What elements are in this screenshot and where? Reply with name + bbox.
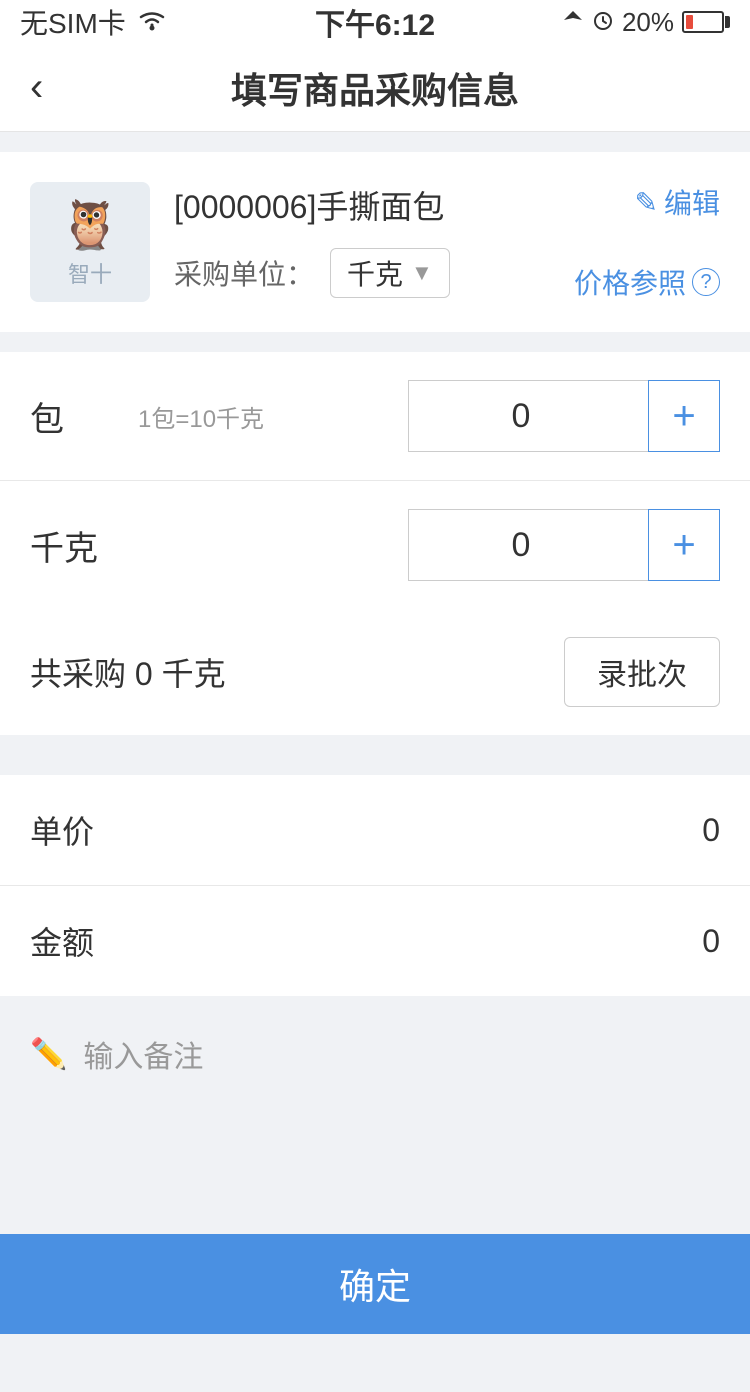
- input-section: 包 1包=10千克 + 千克 +: [0, 352, 750, 609]
- edit-button[interactable]: ✎ 编辑: [635, 182, 720, 222]
- unit-label: 采购单位：: [174, 253, 314, 293]
- bag-label: 包: [30, 392, 130, 441]
- kg-label: 千克: [30, 521, 130, 570]
- location-icon: [562, 7, 584, 38]
- amount-row: 金额 0: [0, 886, 750, 996]
- bag-quantity-input[interactable]: [408, 380, 648, 452]
- price-section: 单价 0 金额 0: [0, 775, 750, 996]
- carrier-text: 无SIM卡: [20, 2, 126, 42]
- divider-2: [0, 735, 750, 755]
- amount-value: 0: [702, 923, 720, 960]
- summary-text: 共采购 0 千克: [30, 649, 226, 695]
- status-right: 20%: [562, 7, 730, 38]
- back-button[interactable]: ‹: [30, 65, 43, 110]
- status-bar: 无SIM卡 下午6:12 20%: [0, 0, 750, 44]
- kg-input-right: +: [408, 509, 720, 581]
- battery-percent: 20%: [622, 7, 674, 38]
- bag-input-row: 包 1包=10千克 +: [0, 352, 750, 481]
- kg-quantity-input[interactable]: [408, 509, 648, 581]
- batch-button[interactable]: 录批次: [564, 637, 720, 707]
- confirm-button-wrap: 确定: [0, 1234, 750, 1334]
- amount-label: 金额: [30, 918, 94, 964]
- unit-price-row: 单价 0: [0, 775, 750, 886]
- status-left: 无SIM卡: [20, 2, 168, 42]
- page-title: 填写商品采购信息: [231, 62, 519, 114]
- summary-row: 共采购 0 千克 录批次: [0, 609, 750, 735]
- nav-bar: ‹ 填写商品采购信息: [0, 44, 750, 132]
- status-time: 下午6:12: [315, 0, 435, 44]
- bag-plus-button[interactable]: +: [648, 380, 720, 452]
- pencil-icon: ✏️: [30, 1037, 67, 1072]
- confirm-button[interactable]: 确定: [0, 1234, 750, 1334]
- info-icon: ?: [692, 268, 720, 296]
- bag-input-right: +: [408, 380, 720, 452]
- battery-icon: [682, 11, 730, 33]
- product-thumb-label: 智十: [68, 257, 112, 289]
- product-card: 🦉 智十 [0000006]手撕面包 采购单位： 千克 ▼ ✎ 编辑 价格参照 …: [0, 152, 750, 332]
- product-thumbnail: 🦉 智十: [30, 182, 150, 302]
- remark-placeholder: 输入备注: [83, 1032, 203, 1076]
- unit-value: 千克: [347, 253, 403, 293]
- unit-select[interactable]: 千克 ▼: [330, 248, 450, 298]
- edit-icon: ✎: [635, 186, 658, 219]
- unit-price-label: 单价: [30, 807, 94, 853]
- price-ref-label: 价格参照: [574, 262, 686, 302]
- unit-price-value: 0: [702, 812, 720, 849]
- divider-1: [0, 332, 750, 352]
- alarm-icon: [592, 7, 614, 38]
- kg-input-row: 千克 +: [0, 481, 750, 609]
- price-reference-button[interactable]: 价格参照 ?: [574, 262, 720, 302]
- edit-label: 编辑: [664, 182, 720, 222]
- chevron-down-icon: ▼: [411, 260, 433, 286]
- bag-sub-label: 1包=10千克: [138, 399, 408, 434]
- kg-plus-button[interactable]: +: [648, 509, 720, 581]
- wifi-icon: [136, 6, 168, 38]
- remark-section[interactable]: ✏️ 输入备注: [0, 996, 750, 1112]
- product-thumb-owl: 🦉: [60, 196, 120, 253]
